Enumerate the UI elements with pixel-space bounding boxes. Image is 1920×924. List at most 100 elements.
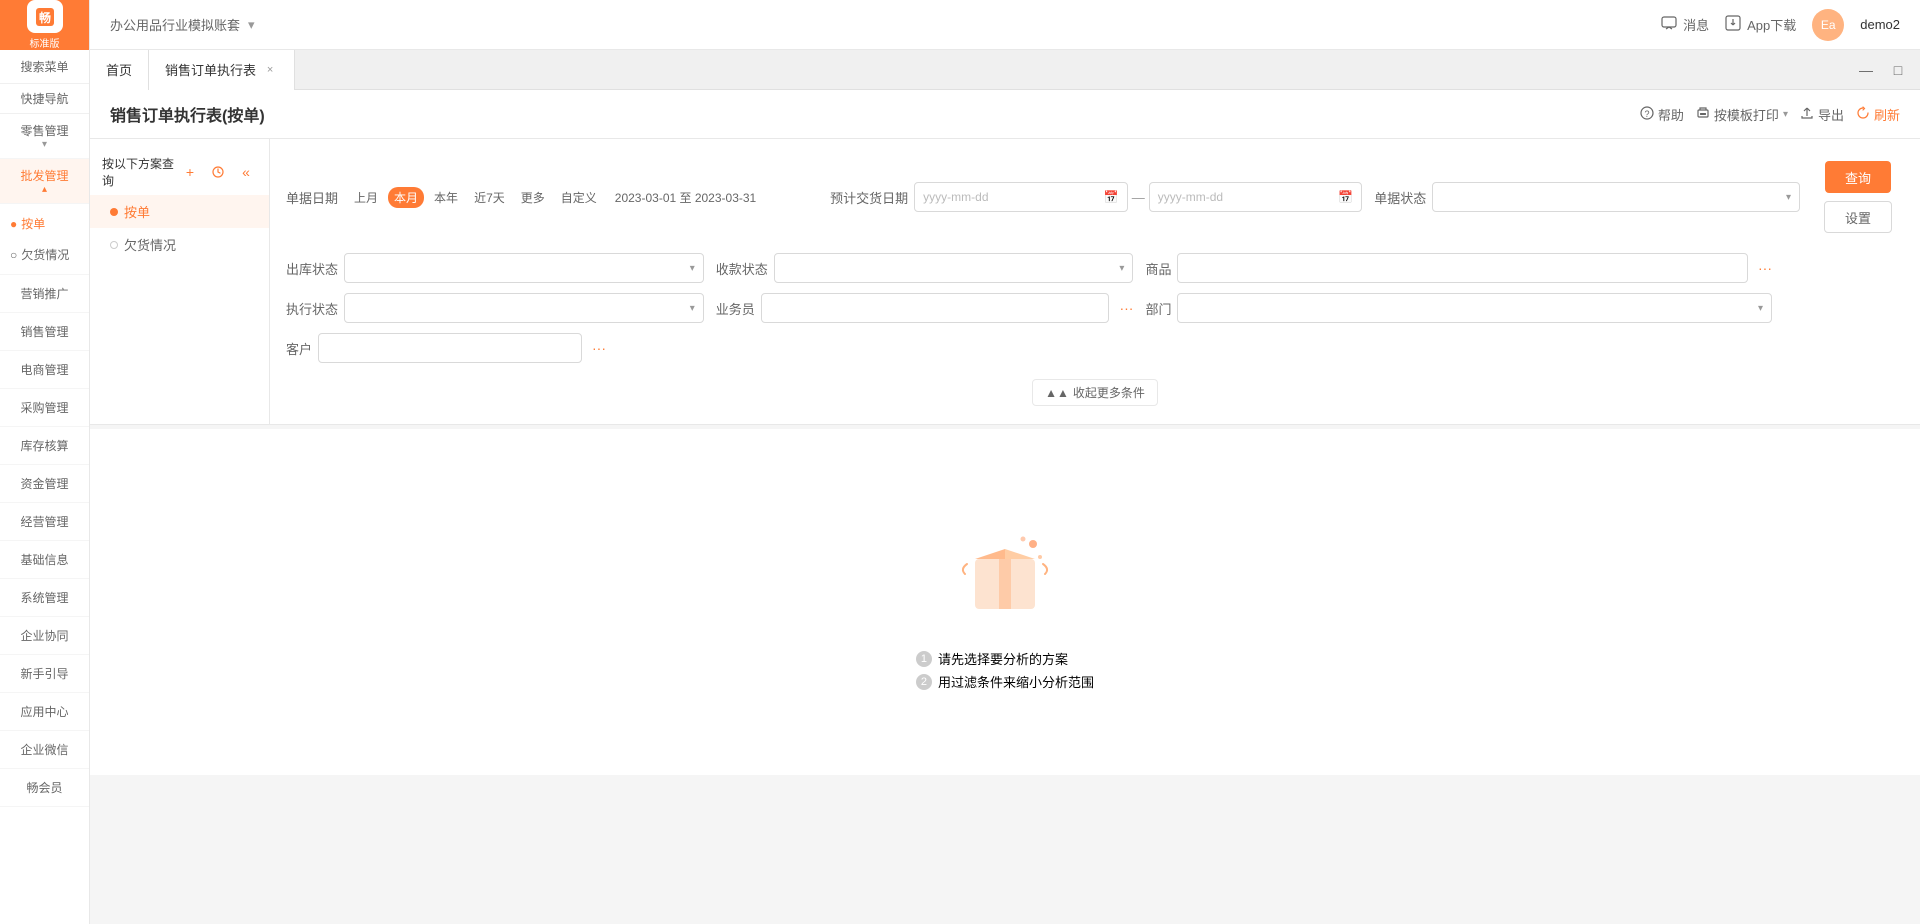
date-tab-custom[interactable]: 自定义	[555, 187, 603, 208]
salesperson-dots-button[interactable]: ···	[1119, 300, 1133, 316]
date-range-display: 2023-03-01 至 2023-03-31	[615, 189, 756, 206]
filter-row-4: 客户 ···	[286, 333, 1904, 363]
circle-icon: ○	[10, 248, 17, 262]
sidebar-item-basic[interactable]: 基础信息	[0, 541, 89, 579]
sidebar-item-ecommerce[interactable]: 电商管理	[0, 351, 89, 389]
messages-button[interactable]: 消息	[1661, 15, 1709, 34]
username-label[interactable]: demo2	[1860, 17, 1900, 32]
salesperson-input[interactable]	[761, 293, 1110, 323]
customer-input[interactable]	[318, 333, 582, 363]
scheme-item-按单[interactable]: 按单	[90, 195, 269, 228]
settings-button[interactable]: 设置	[1824, 201, 1892, 233]
edit-scheme-button[interactable]	[207, 161, 229, 183]
filter-sidebar-title: 按以下方案查询	[102, 155, 179, 189]
query-button[interactable]: 查询	[1825, 161, 1891, 193]
payment-arrow-icon: ▾	[1119, 263, 1124, 274]
sidebar-item-wholesale[interactable]: 批发管理 ▴	[0, 159, 89, 204]
submenu-item-按单[interactable]: ● 按单	[0, 208, 89, 239]
customer-dots-button[interactable]: ···	[592, 340, 606, 356]
goods-input[interactable]	[1177, 253, 1748, 283]
date-tabs: 上月 本月 本年 近7天 更多 自定义	[348, 187, 603, 208]
sales-order-tab-label: 销售订单执行表	[165, 60, 256, 79]
filter-form: 单据日期 上月 本月 本年 近7天 更多 自定义 2023-03-01 至 20…	[270, 139, 1920, 424]
collapse-label: 收起更多条件	[1073, 384, 1145, 401]
filter-row-2: 出库状态 ▾ 收款状态 ▾ 商品	[286, 253, 1904, 283]
date-tab-more[interactable]: 更多	[515, 187, 551, 208]
salesperson-label: 业务员	[716, 299, 755, 318]
action-buttons: 查询 设置	[1812, 151, 1904, 243]
filter-sidebar-header: 按以下方案查询 + «	[90, 149, 269, 195]
sidebar-item-wechat[interactable]: 企业微信	[0, 731, 89, 769]
sidebar-item-quicknav[interactable]: 快捷导航	[0, 84, 89, 114]
sidebar-item-operations[interactable]: 经营管理	[0, 503, 89, 541]
window-minimize-button[interactable]: —	[1852, 56, 1880, 84]
main-area: 办公用品行业模拟账套 ▾ 消息 App下载 Ea demo2	[90, 0, 1920, 924]
sidebar-item-enterprise[interactable]: 企业协同	[0, 617, 89, 655]
tab-sales-order[interactable]: 销售订单执行表 ×	[149, 50, 295, 90]
print-button[interactable]: 按模板打印 ▾	[1696, 105, 1788, 124]
topbar-breadcrumb: 办公用品行业模拟账套 ▾	[110, 15, 255, 34]
tabbar-actions: — □	[1852, 56, 1920, 84]
sidebar-item-inventory[interactable]: 库存核算	[0, 427, 89, 465]
sidebar-item-appstore[interactable]: 应用中心	[0, 693, 89, 731]
order-status-label: 单据状态	[1374, 188, 1426, 207]
export-icon	[1800, 106, 1814, 123]
logo-icon: 畅	[27, 0, 63, 33]
execution-status-select[interactable]: ▾	[344, 293, 704, 323]
date-tab-last-month[interactable]: 上月	[348, 187, 384, 208]
add-scheme-button[interactable]: +	[179, 161, 201, 183]
window-maximize-button[interactable]: □	[1884, 56, 1912, 84]
help-button[interactable]: ? 帮助	[1640, 105, 1684, 124]
collapse-button[interactable]: ▲▲ 收起更多条件	[1032, 379, 1158, 406]
refresh-button[interactable]: 刷新	[1856, 105, 1900, 124]
app-logo[interactable]: 畅 标准版	[0, 0, 89, 50]
salesperson-field: 业务员 ···	[716, 293, 1134, 323]
delivery-arrow-icon: ▾	[690, 263, 695, 274]
date-tab-this-month[interactable]: 本月	[388, 187, 424, 208]
export-button[interactable]: 导出	[1800, 105, 1844, 124]
date-tab-7days[interactable]: 近7天	[468, 187, 511, 208]
tab-home[interactable]: 首页	[90, 50, 149, 90]
app-download-button[interactable]: App下载	[1725, 15, 1796, 34]
order-status-select[interactable]: ▾	[1432, 182, 1800, 212]
collapse-sidebar-button[interactable]: «	[235, 161, 257, 183]
sidebar-item-newbie[interactable]: 新手引导	[0, 655, 89, 693]
department-select[interactable]: ▾	[1177, 293, 1772, 323]
sidebar-item-search[interactable]: 搜索菜单	[0, 50, 89, 84]
page-title: 销售订单执行表(按单)	[110, 102, 265, 126]
expected-date-end-input[interactable]: yyyy-mm-dd 📅	[1149, 182, 1363, 212]
download-icon	[1725, 15, 1741, 34]
tab-close-icon[interactable]: ×	[262, 62, 278, 78]
sidebar-item-sales[interactable]: 销售管理	[0, 313, 89, 351]
topbar: 办公用品行业模拟账套 ▾ 消息 App下载 Ea demo2	[90, 0, 1920, 50]
sidebar-item-system[interactable]: 系统管理	[0, 579, 89, 617]
user-initials: Ea	[1821, 18, 1836, 32]
date-start-placeholder: yyyy-mm-dd	[923, 190, 988, 204]
sidebar-item-retail[interactable]: 零售管理 ▾	[0, 114, 89, 159]
refresh-icon	[1856, 106, 1870, 123]
goods-dots-button[interactable]: ···	[1758, 260, 1772, 276]
delivery-status-select[interactable]: ▾	[344, 253, 704, 283]
submenu-label-2: 欠货情况	[21, 246, 69, 263]
date-tab-this-year[interactable]: 本年	[428, 187, 464, 208]
sidebar-item-purchase[interactable]: 采购管理	[0, 389, 89, 427]
filter-row-3: 执行状态 ▾ 业务员 ··· 部门	[286, 293, 1904, 323]
sidebar-item-finance[interactable]: 资金管理	[0, 465, 89, 503]
scheme-item-欠货[interactable]: 欠货情况	[90, 228, 269, 261]
sidebar-item-member[interactable]: 畅会员	[0, 769, 89, 807]
sidebar: 畅 标准版 搜索菜单 快捷导航 零售管理 ▾ 批发管理 ▴ ● 按单 ○ 欠货情…	[0, 0, 90, 924]
calendar-icon-start: 📅	[1104, 190, 1119, 204]
execution-status-label: 执行状态	[286, 299, 338, 318]
delivery-status-field: 出库状态 ▾	[286, 253, 704, 283]
user-avatar[interactable]: Ea	[1812, 9, 1844, 41]
logo-text: 标准版	[30, 35, 60, 50]
breadcrumb-arrow-icon[interactable]: ▾	[248, 17, 255, 33]
empty-illustration	[945, 509, 1065, 629]
print-arrow-icon[interactable]: ▾	[1783, 109, 1788, 120]
empty-tip-1: 1 请先选择要分析的方案	[916, 649, 1094, 668]
expected-date-start-input[interactable]: yyyy-mm-dd 📅	[914, 182, 1128, 212]
sidebar-item-marketing[interactable]: 营销推广	[0, 275, 89, 313]
payment-status-select[interactable]: ▾	[774, 253, 1134, 283]
message-icon	[1661, 15, 1677, 34]
submenu-item-欠货[interactable]: ○ 欠货情况	[0, 239, 89, 270]
